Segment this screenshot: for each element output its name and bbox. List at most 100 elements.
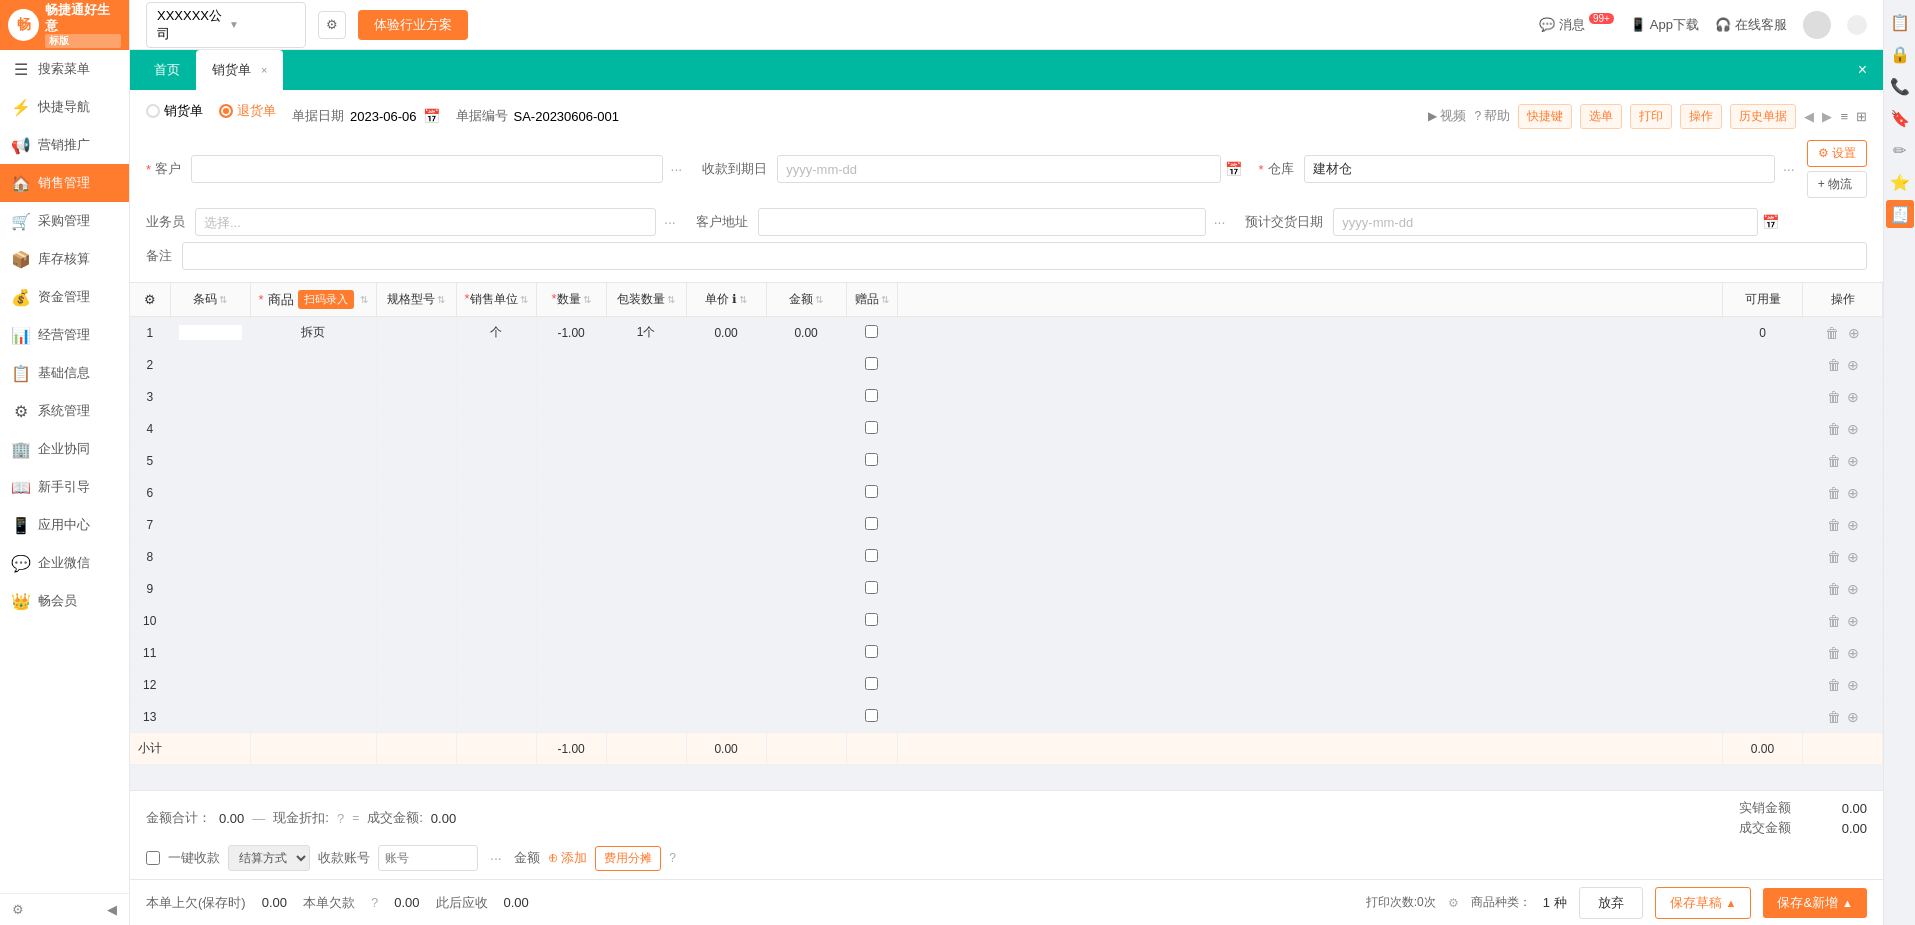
right-panel-icon-6[interactable]: ⭐	[1886, 168, 1914, 196]
copy-row-icon[interactable]: ⊕	[1844, 421, 1862, 437]
discard-button[interactable]: 放弃	[1579, 887, 1643, 919]
delete-row-icon[interactable]: 🗑	[1824, 485, 1844, 501]
account-more-icon[interactable]: ···	[486, 850, 506, 866]
expense-split-button[interactable]: 费用分摊	[595, 846, 661, 871]
right-panel-icon-5[interactable]: ✏	[1886, 136, 1914, 164]
row-pkg-qty[interactable]: 1个	[606, 317, 686, 349]
delete-row-icon[interactable]: 🗑	[1824, 645, 1844, 661]
scan-button[interactable]: 扫码录入	[298, 290, 354, 309]
delete-row-icon[interactable]: 🗑	[1824, 389, 1844, 405]
payment-due-input[interactable]	[777, 155, 1221, 183]
sidebar-item-appstore[interactable]: 📱 应用中心	[0, 506, 129, 544]
trial-button[interactable]: 体验行业方案	[358, 10, 468, 40]
save-new-button[interactable]: 保存&新增 ▲	[1763, 888, 1867, 918]
sidebar-collapse-icon[interactable]: ◀	[107, 902, 117, 917]
sidebar-item-basics[interactable]: 📋 基础信息	[0, 354, 129, 392]
right-panel-icon-2[interactable]: 🔒	[1886, 40, 1914, 68]
sidebar-item-collab[interactable]: 🏢 企业协同	[0, 430, 129, 468]
row-barcode[interactable]	[170, 317, 250, 349]
delete-row-icon[interactable]: 🗑	[1824, 357, 1844, 373]
salesperson-input[interactable]	[195, 208, 656, 236]
customer-address-input[interactable]	[758, 208, 1206, 236]
copy-row-icon[interactable]: ⊕	[1844, 645, 1862, 661]
copy-row-icon[interactable]: ⊕	[1844, 581, 1862, 597]
doc-settings-button[interactable]: ⚙ 设置	[1807, 140, 1867, 167]
radio-return-order[interactable]: 退货单	[219, 102, 276, 120]
gift-checkbox[interactable]	[865, 709, 878, 722]
tab-home[interactable]: 首页	[138, 50, 196, 90]
row-product[interactable]: 拆页	[250, 317, 376, 349]
view-list-icon[interactable]: ≡	[1840, 109, 1848, 124]
salesperson-more-icon[interactable]: ···	[660, 214, 680, 230]
right-panel-icon-3[interactable]: 📞	[1886, 72, 1914, 100]
gift-checkbox[interactable]	[865, 549, 878, 562]
row-spec[interactable]	[376, 317, 456, 349]
notes-input[interactable]	[182, 242, 1867, 270]
table-settings-icon[interactable]: ⚙	[144, 292, 156, 307]
sidebar-item-wechat[interactable]: 💬 企业微信	[0, 544, 129, 582]
user-avatar2[interactable]	[1847, 15, 1867, 35]
message-button[interactable]: 💬 消息 99+	[1539, 16, 1614, 34]
sidebar-item-system[interactable]: ⚙ 系统管理	[0, 392, 129, 430]
gift-checkbox[interactable]	[865, 485, 878, 498]
close-tab-icon[interactable]: ×	[261, 64, 267, 76]
account-input[interactable]	[378, 845, 478, 871]
gift-checkbox[interactable]	[865, 453, 878, 466]
gift-checkbox[interactable]	[865, 389, 878, 402]
delivery-date-input[interactable]	[1333, 208, 1758, 236]
shortcut-btn[interactable]: 快捷键	[1518, 104, 1572, 129]
arrears-info-icon[interactable]: ?	[371, 895, 378, 910]
sidebar-item-search[interactable]: ☰ 搜索菜单	[0, 50, 129, 88]
sidebar-item-inventory[interactable]: 📦 库存核算	[0, 240, 129, 278]
row-amount[interactable]: 0.00	[766, 317, 846, 349]
history-btn[interactable]: 历史单据	[1730, 104, 1796, 129]
warehouse-more-icon[interactable]: ···	[1779, 161, 1799, 177]
nav-prev-icon[interactable]: ◀	[1804, 109, 1814, 124]
sidebar-item-guide[interactable]: 📖 新手引导	[0, 468, 129, 506]
view-grid-icon[interactable]: ⊞	[1856, 109, 1867, 124]
nav-next-icon[interactable]: ▶	[1822, 109, 1832, 124]
operate-btn[interactable]: 操作	[1680, 104, 1722, 129]
right-panel-icon-1[interactable]: 📋	[1886, 8, 1914, 36]
close-all-tabs-icon[interactable]: ×	[1850, 57, 1875, 83]
company-selector[interactable]: XXXXXX公司 ▼	[146, 2, 306, 48]
row-unit[interactable]: 个	[456, 317, 536, 349]
warehouse-input[interactable]	[1304, 155, 1775, 183]
right-panel-icon-7[interactable]: 🧾	[1886, 200, 1914, 228]
tab-sales-order[interactable]: 销货单 ×	[196, 50, 283, 90]
copy-row-icon[interactable]: ⊕	[1844, 677, 1862, 693]
copy-row-icon[interactable]: ⊕	[1844, 357, 1862, 373]
row-gift[interactable]	[846, 317, 897, 349]
row-remarks[interactable]	[897, 317, 1722, 349]
customer-input[interactable]	[191, 155, 662, 183]
gift-checkbox[interactable]	[865, 581, 878, 594]
gift-checkbox[interactable]	[865, 357, 878, 370]
online-service-button[interactable]: 🎧 在线客服	[1715, 16, 1787, 34]
discount-info-icon[interactable]: ?	[337, 811, 344, 826]
gift-checkbox[interactable]	[865, 677, 878, 690]
expense-info-icon[interactable]: ?	[669, 851, 676, 865]
help-btn[interactable]: ? 帮助	[1474, 107, 1510, 125]
app-download-button[interactable]: 📱 App下载	[1630, 16, 1699, 34]
billing-method-select[interactable]: 结算方式	[228, 845, 310, 871]
delete-row-icon[interactable]: 🗑	[1822, 325, 1842, 341]
delete-row-icon[interactable]: 🗑	[1824, 549, 1844, 565]
delete-row-icon[interactable]: 🗑	[1824, 517, 1844, 533]
delete-row-icon[interactable]: 🗑	[1824, 581, 1844, 597]
print-settings-icon[interactable]: ⚙	[1448, 896, 1459, 910]
sidebar-item-purchase[interactable]: 🛒 采购管理	[0, 202, 129, 240]
copy-row-icon[interactable]: ⊕	[1844, 549, 1862, 565]
delete-row-icon[interactable]: 🗑	[1824, 421, 1844, 437]
th-settings[interactable]: ⚙	[130, 283, 170, 317]
sidebar-item-marketing[interactable]: 📢 营销推广	[0, 126, 129, 164]
video-btn[interactable]: ▶ 视频	[1428, 107, 1466, 125]
delete-row-icon[interactable]: 🗑	[1824, 677, 1844, 693]
row-qty[interactable]: -1.00	[536, 317, 606, 349]
gift-checkbox[interactable]	[865, 645, 878, 658]
sidebar-item-vip[interactable]: 👑 畅会员	[0, 582, 129, 620]
save-draft-button[interactable]: 保存草稿 ▲	[1655, 887, 1752, 919]
copy-row-icon[interactable]: ⊕	[1844, 389, 1862, 405]
right-panel-icon-4[interactable]: 🔖	[1886, 104, 1914, 132]
copy-row-icon[interactable]: ⊕	[1844, 517, 1862, 533]
delete-row-icon[interactable]: 🗑	[1824, 453, 1844, 469]
